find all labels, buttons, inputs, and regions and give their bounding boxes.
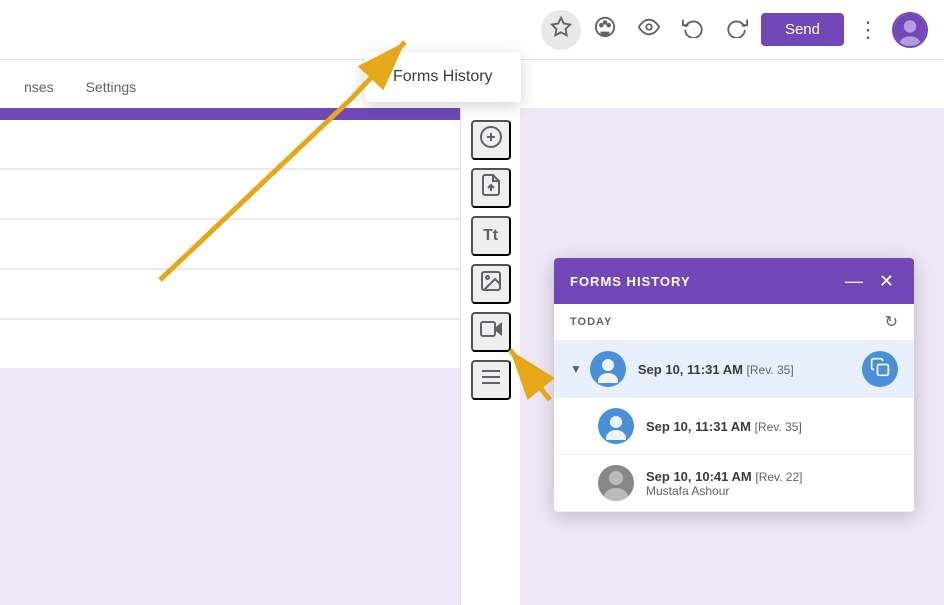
fh-entry-time-1: Sep 10, 11:31 AM [Rev. 35] — [638, 362, 850, 377]
more-icon: ⋮ — [857, 17, 879, 43]
star-icon — [550, 16, 572, 44]
undo-button[interactable] — [673, 10, 713, 50]
fh-avatar-1 — [590, 351, 626, 387]
fh-entry-info-1: Sep 10, 11:31 AM [Rev. 35] — [638, 362, 850, 377]
fh-title: FORMS HISTORY — [570, 274, 691, 289]
content-header-bar — [0, 108, 460, 120]
toolbar-icons: Send ⋮ — [541, 10, 928, 50]
refresh-icon: ↻ — [885, 314, 898, 331]
redo-icon — [726, 16, 748, 44]
content-row-3 — [0, 220, 460, 268]
undo-icon — [682, 16, 704, 44]
fh-entry-rev-2: [Rev. 35] — [755, 420, 802, 434]
fh-header: FORMS HISTORY — ✕ — [554, 258, 914, 304]
avatar-image — [894, 14, 926, 46]
tab-responses-label: nses — [24, 79, 54, 95]
more-button[interactable]: ⋮ — [848, 10, 888, 50]
star-button[interactable] — [541, 10, 581, 50]
side-icon-panel: Tt — [460, 108, 520, 605]
palette-button[interactable] — [585, 10, 625, 50]
content-row-2 — [0, 170, 460, 218]
tooltip-text: Forms History — [393, 68, 493, 85]
redo-button[interactable] — [717, 10, 757, 50]
toolbar: Send ⋮ — [0, 0, 944, 60]
fh-section-header: TODAY ↻ — [554, 304, 914, 341]
video-button[interactable] — [471, 312, 511, 352]
upload-icon — [479, 173, 503, 203]
eye-button[interactable] — [629, 10, 669, 50]
fh-avatar-3 — [598, 465, 634, 501]
forms-history-panel: FORMS HISTORY — ✕ TODAY ↻ ▼ Sep 10, 11:3… — [554, 258, 914, 512]
fh-minimize-button[interactable]: — — [841, 270, 867, 292]
chevron-down-icon: ▼ — [570, 362, 582, 376]
image-button[interactable] — [471, 264, 511, 304]
fh-entry-time-text-2: Sep 10, 11:31 AM — [646, 419, 751, 434]
fh-entry-time-2: Sep 10, 11:31 AM [Rev. 35] — [646, 419, 898, 434]
fh-entry-info-2: Sep 10, 11:31 AM [Rev. 35] — [646, 419, 898, 434]
fh-entry-info-3: Sep 10, 10:41 AM [Rev. 22] Mustafa Ashou… — [646, 469, 898, 498]
fh-entry-time-text-3: Sep 10, 10:41 AM — [646, 469, 752, 484]
fh-header-actions: — ✕ — [841, 270, 898, 292]
fh-entry-2[interactable]: Sep 10, 11:31 AM [Rev. 35] — [554, 398, 914, 455]
content-row-4 — [0, 270, 460, 318]
palette-icon — [594, 16, 616, 44]
avatar[interactable] — [892, 12, 928, 48]
fh-avatar-2 — [598, 408, 634, 444]
section-icon — [479, 365, 503, 395]
eye-icon — [638, 16, 660, 44]
fh-copy-button-1[interactable] — [862, 351, 898, 387]
text-button[interactable]: Tt — [471, 216, 511, 256]
fh-entry-rev-3: [Rev. 22] — [755, 470, 802, 484]
fh-section-title: TODAY — [570, 316, 612, 328]
fh-entry-1[interactable]: ▼ Sep 10, 11:31 AM [Rev. 35] — [554, 341, 914, 398]
copy-icon — [870, 357, 890, 382]
fh-entry-name-3: Mustafa Ashour — [646, 484, 898, 498]
video-icon — [479, 317, 503, 347]
fh-close-button[interactable]: ✕ — [875, 270, 898, 292]
upload-button[interactable] — [471, 168, 511, 208]
fh-entry-time-3: Sep 10, 10:41 AM [Rev. 22] — [646, 469, 898, 484]
tab-responses[interactable]: nses — [20, 69, 58, 108]
fh-entry-3[interactable]: Sep 10, 10:41 AM [Rev. 22] Mustafa Ashou… — [554, 455, 914, 512]
fh-refresh-button[interactable]: ↻ — [885, 312, 898, 332]
section-button[interactable] — [471, 360, 511, 400]
fh-entry-rev-1: [Rev. 35] — [747, 363, 794, 377]
add-circle-button[interactable] — [471, 120, 511, 160]
fh-entry-time-text-1: Sep 10, 11:31 AM — [638, 362, 743, 377]
text-icon: Tt — [483, 227, 498, 245]
tab-settings[interactable]: Settings — [82, 69, 141, 108]
image-icon — [479, 269, 503, 299]
content-row-1 — [0, 120, 460, 168]
send-button[interactable]: Send — [761, 13, 844, 46]
tooltip-popup: Forms History — [365, 52, 521, 102]
add-circle-icon — [479, 125, 503, 155]
tab-settings-label: Settings — [86, 79, 137, 95]
content-row-5 — [0, 320, 460, 368]
